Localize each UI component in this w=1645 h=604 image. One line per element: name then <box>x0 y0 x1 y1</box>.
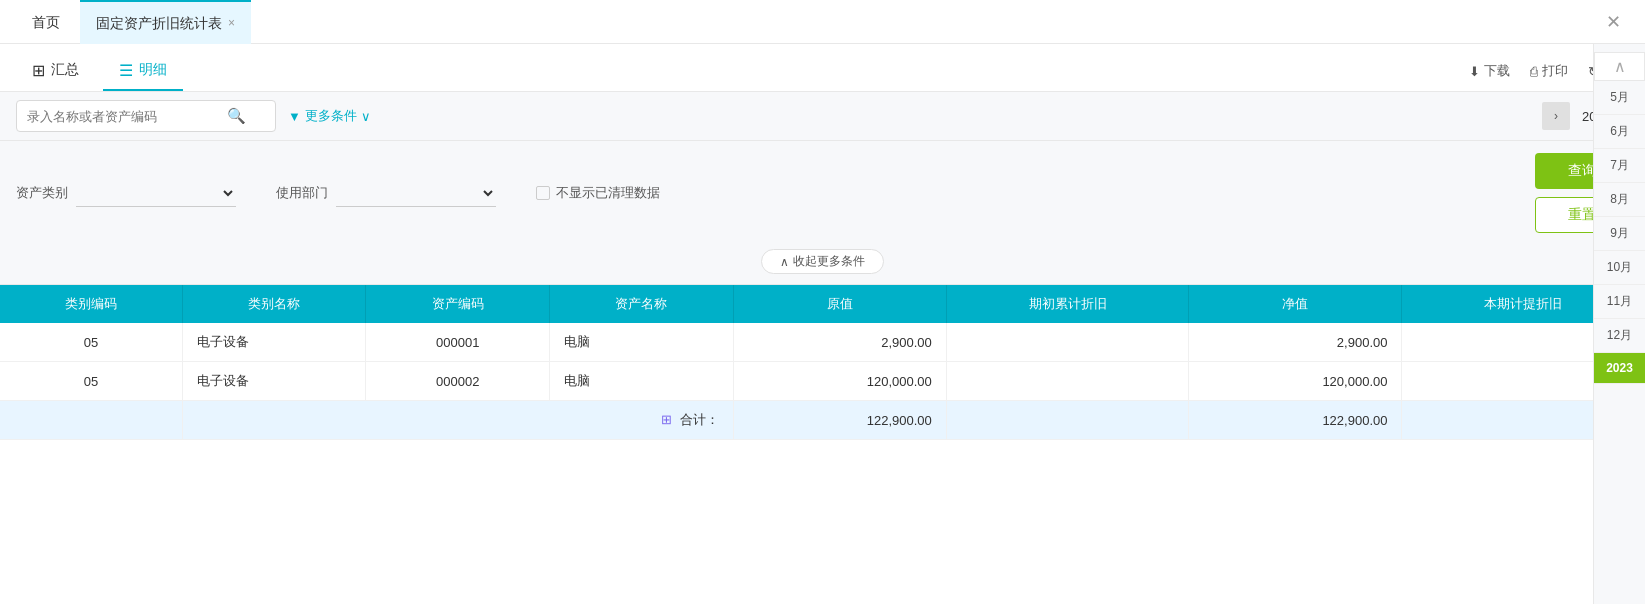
th-category-name: 类别名称 <box>182 285 366 323</box>
month-7[interactable]: 7月 <box>1594 149 1645 183</box>
summary-spacer-1 <box>0 401 182 440</box>
window-close-icon[interactable]: ✕ <box>1598 11 1629 33</box>
download-label: 下载 <box>1484 62 1510 80</box>
cell-asset-name: 电脑 <box>550 323 734 362</box>
month-8[interactable]: 8月 <box>1594 183 1645 217</box>
scroll-up-icon[interactable]: ∧ <box>1594 52 1645 81</box>
collapse-up-icon: ∧ <box>780 255 789 269</box>
summary-label: 合计： <box>680 412 719 427</box>
tab-detail[interactable]: ☰ 明细 <box>103 51 183 91</box>
sub-tabs-bar: ⊞ 汇总 ☰ 明细 ⬇ 下载 ⎙ 打印 ↻ 刷新 <box>0 44 1645 92</box>
month-6[interactable]: 6月 <box>1594 115 1645 149</box>
cell-net-value: 120,000.00 <box>1189 362 1402 401</box>
summary-icon: ⊞ <box>32 61 45 80</box>
table-row: 05 电子设备 000001 电脑 2,900.00 2,900.00 <box>0 323 1645 362</box>
chevron-down-icon: ∨ <box>361 109 371 124</box>
data-table: 类别编码 类别名称 资产编码 资产名称 原值 期初累计折旧 净值 本期计提折旧 … <box>0 285 1645 440</box>
summary-net-value: 122,900.00 <box>1189 401 1402 440</box>
cell-category-name: 电子设备 <box>182 323 366 362</box>
cell-category-name: 电子设备 <box>182 362 366 401</box>
more-conditions-button[interactable]: ▼ 更多条件 ∨ <box>288 107 371 125</box>
month-10[interactable]: 10月 <box>1594 251 1645 285</box>
filter-hide-cleared[interactable]: 不显示已清理数据 <box>536 184 660 202</box>
hide-cleared-label: 不显示已清理数据 <box>556 184 660 202</box>
tab-summary-label: 汇总 <box>51 61 79 79</box>
nav-home[interactable]: 首页 <box>16 0 76 44</box>
current-year[interactable]: 2023 <box>1594 353 1645 384</box>
search-input-wrap[interactable]: 🔍 <box>16 100 276 132</box>
cell-asset-code: 000001 <box>366 323 550 362</box>
hide-cleared-checkbox[interactable] <box>536 186 550 200</box>
active-tab-label: 固定资产折旧统计表 <box>96 1 222 45</box>
cell-net-value: 2,900.00 <box>1189 323 1402 362</box>
th-original-value: 原值 <box>733 285 946 323</box>
table-header-row: 类别编码 类别名称 资产编码 资产名称 原值 期初累计折旧 净值 本期计提折旧 <box>0 285 1645 323</box>
cell-original-value: 2,900.00 <box>733 323 946 362</box>
cell-asset-name: 电脑 <box>550 362 734 401</box>
cell-accumulated-dep <box>946 323 1188 362</box>
expand-panel-icon[interactable]: › <box>1542 102 1570 130</box>
filter-row-1: 资产类别 使用部门 不显示已清理数据 查询 重置 <box>16 153 1629 233</box>
month-12[interactable]: 12月 <box>1594 319 1645 353</box>
search-input[interactable] <box>27 109 227 124</box>
cell-category-code: 05 <box>0 323 182 362</box>
use-dept-label: 使用部门 <box>276 184 328 202</box>
summary-original-value: 122,900.00 <box>733 401 946 440</box>
print-icon: ⎙ <box>1530 64 1538 79</box>
download-icon: ⬇ <box>1469 64 1480 79</box>
close-tab-icon[interactable]: × <box>228 1 235 45</box>
download-button[interactable]: ⬇ 下载 <box>1469 62 1510 80</box>
cell-accumulated-dep <box>946 362 1188 401</box>
th-asset-name: 资产名称 <box>550 285 734 323</box>
summary-icon: ⊞ <box>661 412 672 427</box>
summary-accumulated-dep <box>946 401 1188 440</box>
collapse-bar: ∧ 收起更多条件 <box>16 243 1629 276</box>
summary-label-cell: ⊞ 合计： <box>182 401 733 440</box>
active-tab[interactable]: 固定资产折旧统计表 × <box>80 0 251 44</box>
filter-use-dept: 使用部门 <box>276 179 496 207</box>
month-9[interactable]: 9月 <box>1594 217 1645 251</box>
data-table-wrap: 类别编码 类别名称 资产编码 资产名称 原值 期初累计折旧 净值 本期计提折旧 … <box>0 285 1645 604</box>
right-sidebar: ∧ 5月 6月 7月 8月 9月 10月 11月 12月 2023 <box>1593 44 1645 604</box>
main-content: ⊞ 汇总 ☰ 明细 ⬇ 下载 ⎙ 打印 ↻ 刷新 🔍 <box>0 44 1645 604</box>
collapse-button[interactable]: ∧ 收起更多条件 <box>761 249 884 274</box>
month-5[interactable]: 5月 <box>1594 81 1645 115</box>
filter-asset-category: 资产类别 <box>16 179 236 207</box>
print-label: 打印 <box>1542 62 1568 80</box>
tab-summary[interactable]: ⊞ 汇总 <box>16 51 95 91</box>
table-row: 05 电子设备 000002 电脑 120,000.00 120,000.00 <box>0 362 1645 401</box>
filter-icon: ▼ <box>288 109 301 124</box>
th-net-value: 净值 <box>1189 285 1402 323</box>
cell-original-value: 120,000.00 <box>733 362 946 401</box>
month-11[interactable]: 11月 <box>1594 285 1645 319</box>
summary-row: ⊞ 合计： 122,900.00 122,900.00 <box>0 401 1645 440</box>
cell-category-code: 05 <box>0 362 182 401</box>
filter-panel: 资产类别 使用部门 不显示已清理数据 查询 重置 ∧ <box>0 141 1645 285</box>
th-category-code: 类别编码 <box>0 285 182 323</box>
print-button[interactable]: ⎙ 打印 <box>1530 62 1568 80</box>
detail-icon: ☰ <box>119 61 133 80</box>
asset-category-label: 资产类别 <box>16 184 68 202</box>
top-nav: 首页 固定资产折旧统计表 × ✕ <box>0 0 1645 44</box>
cell-asset-code: 000002 <box>366 362 550 401</box>
search-icon[interactable]: 🔍 <box>227 107 246 125</box>
collapse-label: 收起更多条件 <box>793 253 865 270</box>
use-dept-select[interactable] <box>336 179 496 207</box>
tab-detail-label: 明细 <box>139 61 167 79</box>
more-conditions-label: 更多条件 <box>305 107 357 125</box>
th-accumulated-depreciation: 期初累计折旧 <box>946 285 1188 323</box>
search-bar: 🔍 ▼ 更多条件 ∨ › 2023.01 <box>0 92 1645 141</box>
asset-category-select[interactable] <box>76 179 236 207</box>
th-asset-code: 资产编码 <box>366 285 550 323</box>
